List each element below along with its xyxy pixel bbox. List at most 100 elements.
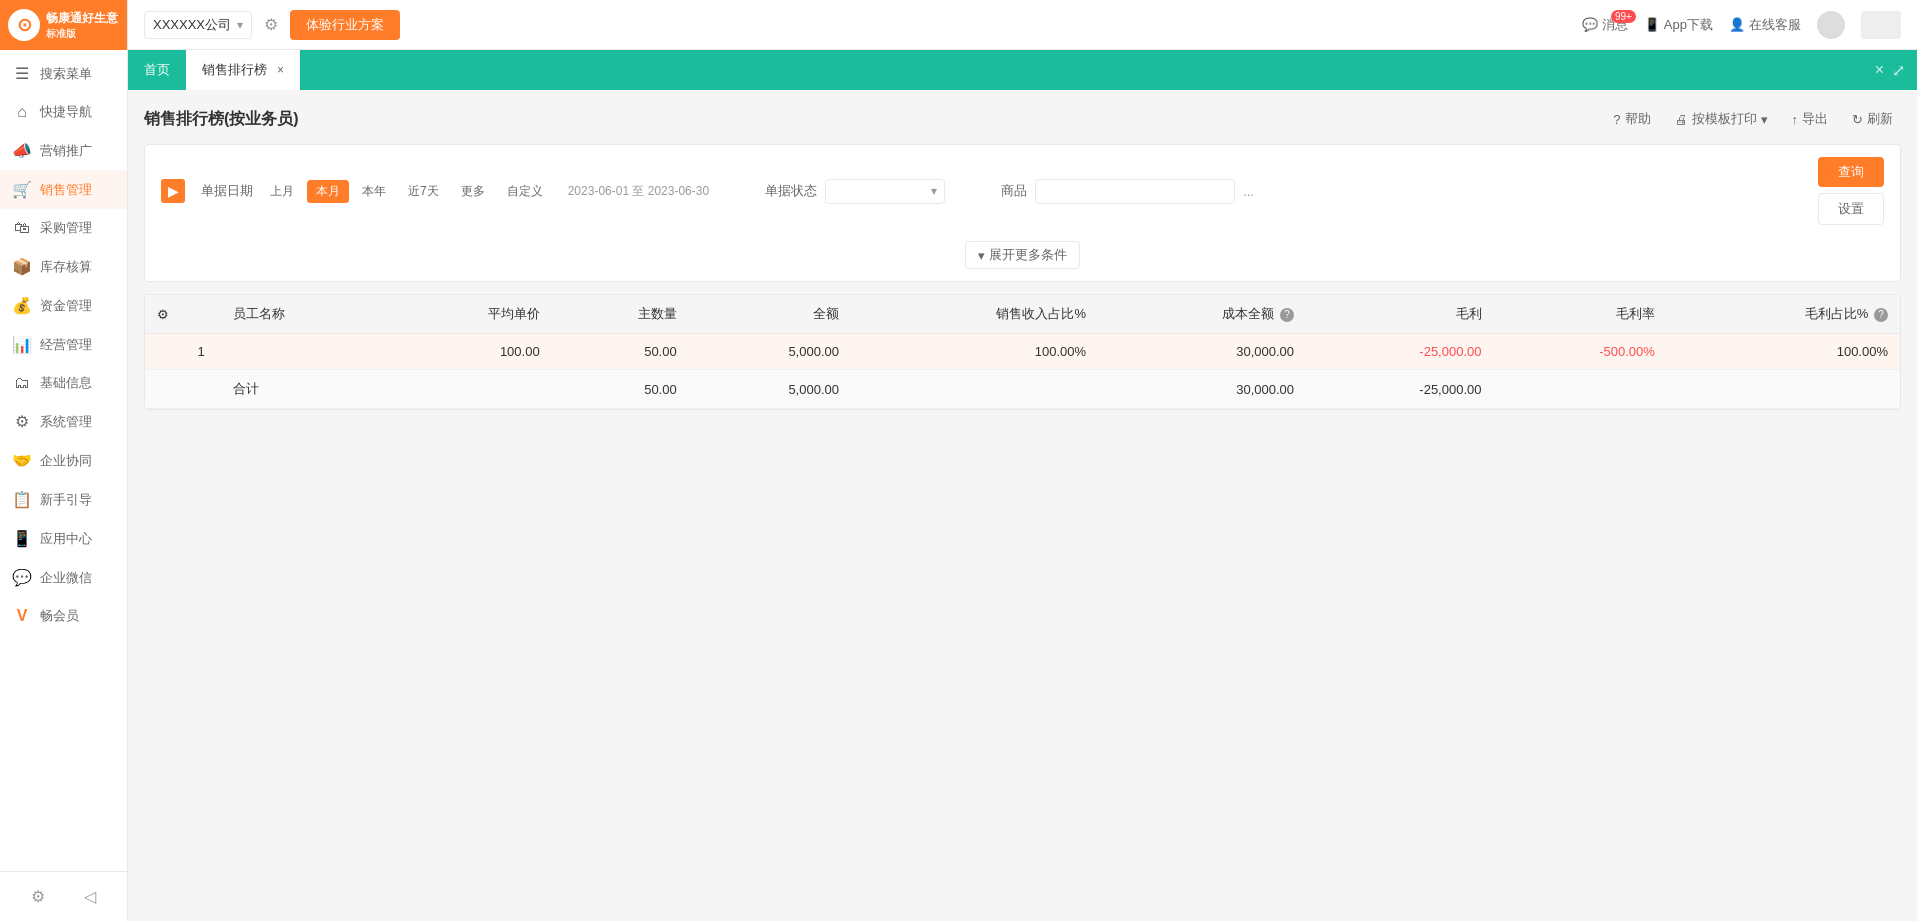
user-avatar[interactable] [1817, 11, 1845, 39]
operations-icon: 📊 [12, 335, 32, 354]
goods-more-icon[interactable]: ... [1243, 184, 1254, 199]
page-header: 销售排行榜(按业务员) ? 帮助 🖨 按模板打印 ▾ ↑ 导出 ↻ 刷新 [144, 106, 1901, 132]
gross-pct-help-icon[interactable]: ? [1874, 308, 1888, 322]
row-name [221, 334, 386, 370]
online-service-button[interactable]: 👤 在线客服 [1729, 16, 1801, 34]
query-button[interactable]: 查询 [1818, 157, 1884, 187]
col-header-settings[interactable]: ⚙ [145, 295, 181, 334]
sidebar-item-label: 营销推广 [40, 142, 92, 160]
sidebar-footer: ⚙ ◁ [0, 871, 127, 921]
sidebar-item-label: 企业协同 [40, 452, 92, 470]
date-tab-last-month[interactable]: 上月 [261, 180, 303, 203]
print-button[interactable]: 🖨 按模板打印 ▾ [1667, 106, 1776, 132]
col-header-gross-rate: 毛利率 [1494, 295, 1667, 334]
header-settings-icon[interactable]: ⚙ [264, 15, 278, 34]
service-label: 在线客服 [1749, 16, 1801, 34]
service-icon: 👤 [1729, 17, 1745, 32]
sidebar-item-marketing[interactable]: 📣 营销推广 [0, 131, 127, 170]
footer-gross: -25,000.00 [1306, 370, 1493, 409]
tab-sales-rank-label: 销售排行榜 [202, 61, 267, 79]
date-tab-more[interactable]: 更多 [452, 180, 494, 203]
filter-settings-button[interactable]: 设置 [1818, 193, 1884, 225]
sidebar-item-label: 畅会员 [40, 607, 79, 625]
footer-avg-price [386, 370, 551, 409]
message-button[interactable]: 💬 消息 99+ [1582, 16, 1628, 34]
sidebar-item-label: 快捷导航 [40, 103, 92, 121]
sidebar-item-system[interactable]: ⚙ 系统管理 [0, 402, 127, 441]
goods-filter-label: 商品 [1001, 182, 1027, 200]
sidebar-settings-btn[interactable]: ⚙ [31, 887, 45, 906]
sidebar-item-search[interactable]: ☰ 搜索菜单 [0, 54, 127, 93]
purchase-icon: 🛍 [12, 219, 32, 237]
sidebar-item-quick-nav[interactable]: ⌂ 快捷导航 [0, 93, 127, 131]
tab-expand-button[interactable]: ⤢ [1892, 61, 1905, 80]
tab-home[interactable]: 首页 [128, 50, 186, 90]
table-footer-row: 合计 50.00 5,000.00 30,000.00 -25,000.00 [145, 370, 1900, 409]
row-amount: 5,000.00 [689, 334, 851, 370]
col-header-sales-pct: 销售收入占比% [851, 295, 1098, 334]
export-button[interactable]: ↑ 导出 [1784, 106, 1837, 132]
sidebar-item-app-center[interactable]: 📱 应用中心 [0, 519, 127, 558]
filter-collapse-btn[interactable]: ▶ [161, 179, 185, 203]
tab-sales-rank[interactable]: 销售排行榜 × [186, 50, 300, 90]
goods-input[interactable] [1035, 179, 1235, 204]
logo-sub: 标准版 [46, 27, 118, 41]
status-filter: 单据状态 [765, 179, 945, 204]
expand-more-button[interactable]: ▾ 展开更多条件 [965, 241, 1080, 269]
date-tabs: 上月 本月 本年 近7天 更多 自定义 [261, 180, 552, 203]
user-name-placeholder [1861, 11, 1901, 39]
print-label: 按模板打印 [1692, 110, 1757, 128]
sidebar-item-enterprise[interactable]: 🤝 企业协同 [0, 441, 127, 480]
trial-button[interactable]: 体验行业方案 [290, 10, 400, 40]
refresh-button[interactable]: ↻ 刷新 [1844, 106, 1901, 132]
date-tab-7days[interactable]: 近7天 [399, 180, 448, 203]
tab-close-icon[interactable]: × [277, 63, 284, 77]
date-filter-label: 单据日期 [201, 182, 253, 200]
inventory-icon: 📦 [12, 257, 32, 276]
header: XXXXXX公司 ▾ ⚙ 体验行业方案 💬 消息 99+ 📱 App下载 👤 在… [128, 0, 1917, 50]
sidebar-item-label: 搜索菜单 [40, 65, 92, 83]
sidebar-item-wechat[interactable]: 💬 企业微信 [0, 558, 127, 597]
sidebar-item-operations[interactable]: 📊 经营管理 [0, 325, 127, 364]
sidebar-collapse-btn[interactable]: ◁ [84, 887, 96, 906]
sidebar-item-finance[interactable]: 💰 资金管理 [0, 286, 127, 325]
sidebar-item-base-info[interactable]: 🗂 基础信息 [0, 364, 127, 402]
status-select[interactable] [825, 179, 945, 204]
row-gross: -25,000.00 [1306, 334, 1493, 370]
sidebar-item-guide[interactable]: 📋 新手引导 [0, 480, 127, 519]
col-header-name: 员工名称 [221, 295, 386, 334]
app-download-button[interactable]: 📱 App下载 [1644, 16, 1713, 34]
row-avg-price: 100.00 [386, 334, 551, 370]
tab-bar-actions: × ⤢ [1875, 61, 1917, 80]
date-tab-this-year[interactable]: 本年 [353, 180, 395, 203]
help-button[interactable]: ? 帮助 [1605, 106, 1658, 132]
company-selector[interactable]: XXXXXX公司 ▾ [144, 11, 252, 39]
sidebar-item-inventory[interactable]: 📦 库存核算 [0, 247, 127, 286]
cost-help-icon[interactable]: ? [1280, 308, 1294, 322]
refresh-label: 刷新 [1867, 110, 1893, 128]
table-header-row: ⚙ 员工名称 平均单价 主数量 全额 销售收入占比% [145, 295, 1900, 334]
app-label: App下载 [1664, 16, 1713, 34]
row-gross-pct: 100.00% [1667, 334, 1900, 370]
col-header-gross: 毛利 [1306, 295, 1493, 334]
sales-rank-table: ⚙ 员工名称 平均单价 主数量 全额 销售收入占比% [145, 295, 1900, 409]
app-icon: 📱 [1644, 17, 1660, 32]
sidebar-item-label: 采购管理 [40, 219, 92, 237]
date-tab-custom[interactable]: 自定义 [498, 180, 552, 203]
sales-icon: 🛒 [12, 180, 32, 199]
row-sales-pct: 100.00% [851, 334, 1098, 370]
sidebar-item-label: 系统管理 [40, 413, 92, 431]
sidebar-item-vip[interactable]: V 畅会员 [0, 597, 127, 635]
sidebar-item-sales[interactable]: 🛒 销售管理 [0, 170, 127, 209]
refresh-icon: ↻ [1852, 112, 1863, 127]
sidebar-item-label: 新手引导 [40, 491, 92, 509]
sidebar-item-purchase[interactable]: 🛍 采购管理 [0, 209, 127, 247]
tab-close-all-button[interactable]: × [1875, 61, 1884, 79]
row-qty: 50.00 [552, 334, 689, 370]
data-table-wrap: ⚙ 员工名称 平均单价 主数量 全额 销售收入占比% [144, 294, 1901, 410]
date-tab-this-month[interactable]: 本月 [307, 180, 349, 203]
company-name: XXXXXX公司 [153, 16, 231, 34]
vip-icon: V [12, 607, 32, 625]
help-icon: ? [1613, 112, 1620, 127]
print-icon: 🖨 [1675, 112, 1688, 127]
